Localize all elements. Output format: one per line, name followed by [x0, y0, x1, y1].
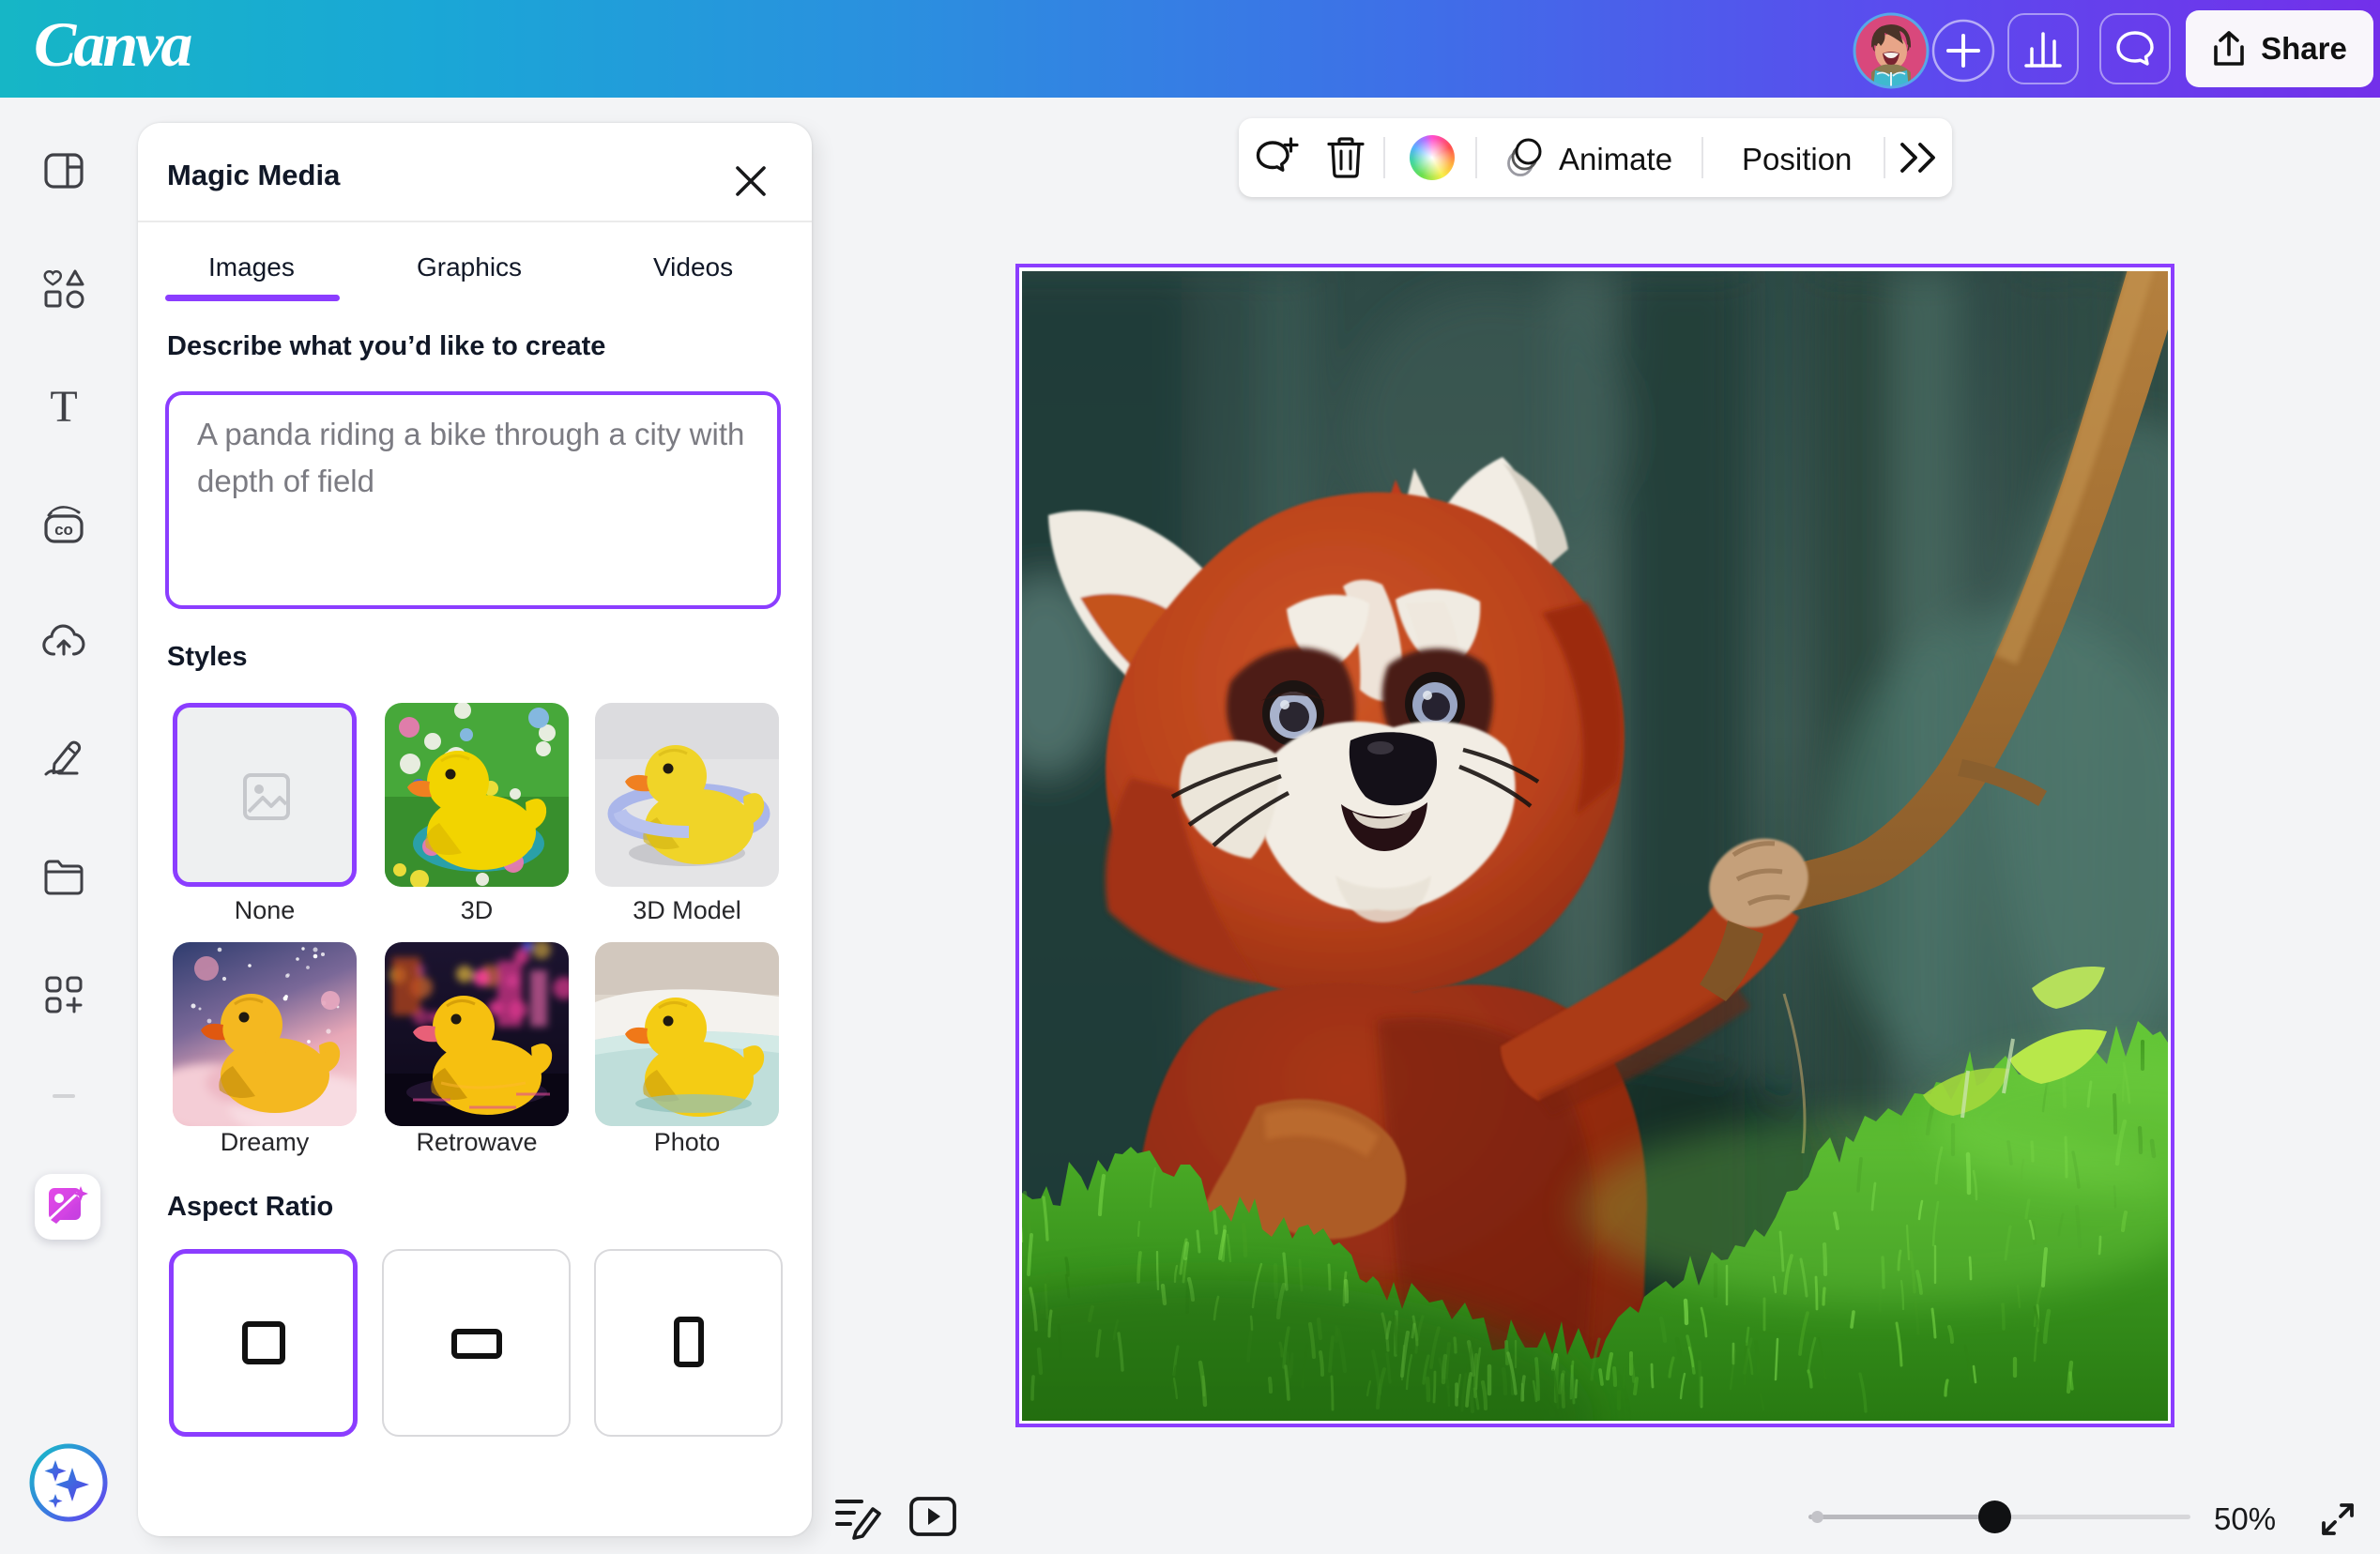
svg-text:co: co: [54, 521, 73, 539]
svg-text:T: T: [50, 384, 77, 429]
